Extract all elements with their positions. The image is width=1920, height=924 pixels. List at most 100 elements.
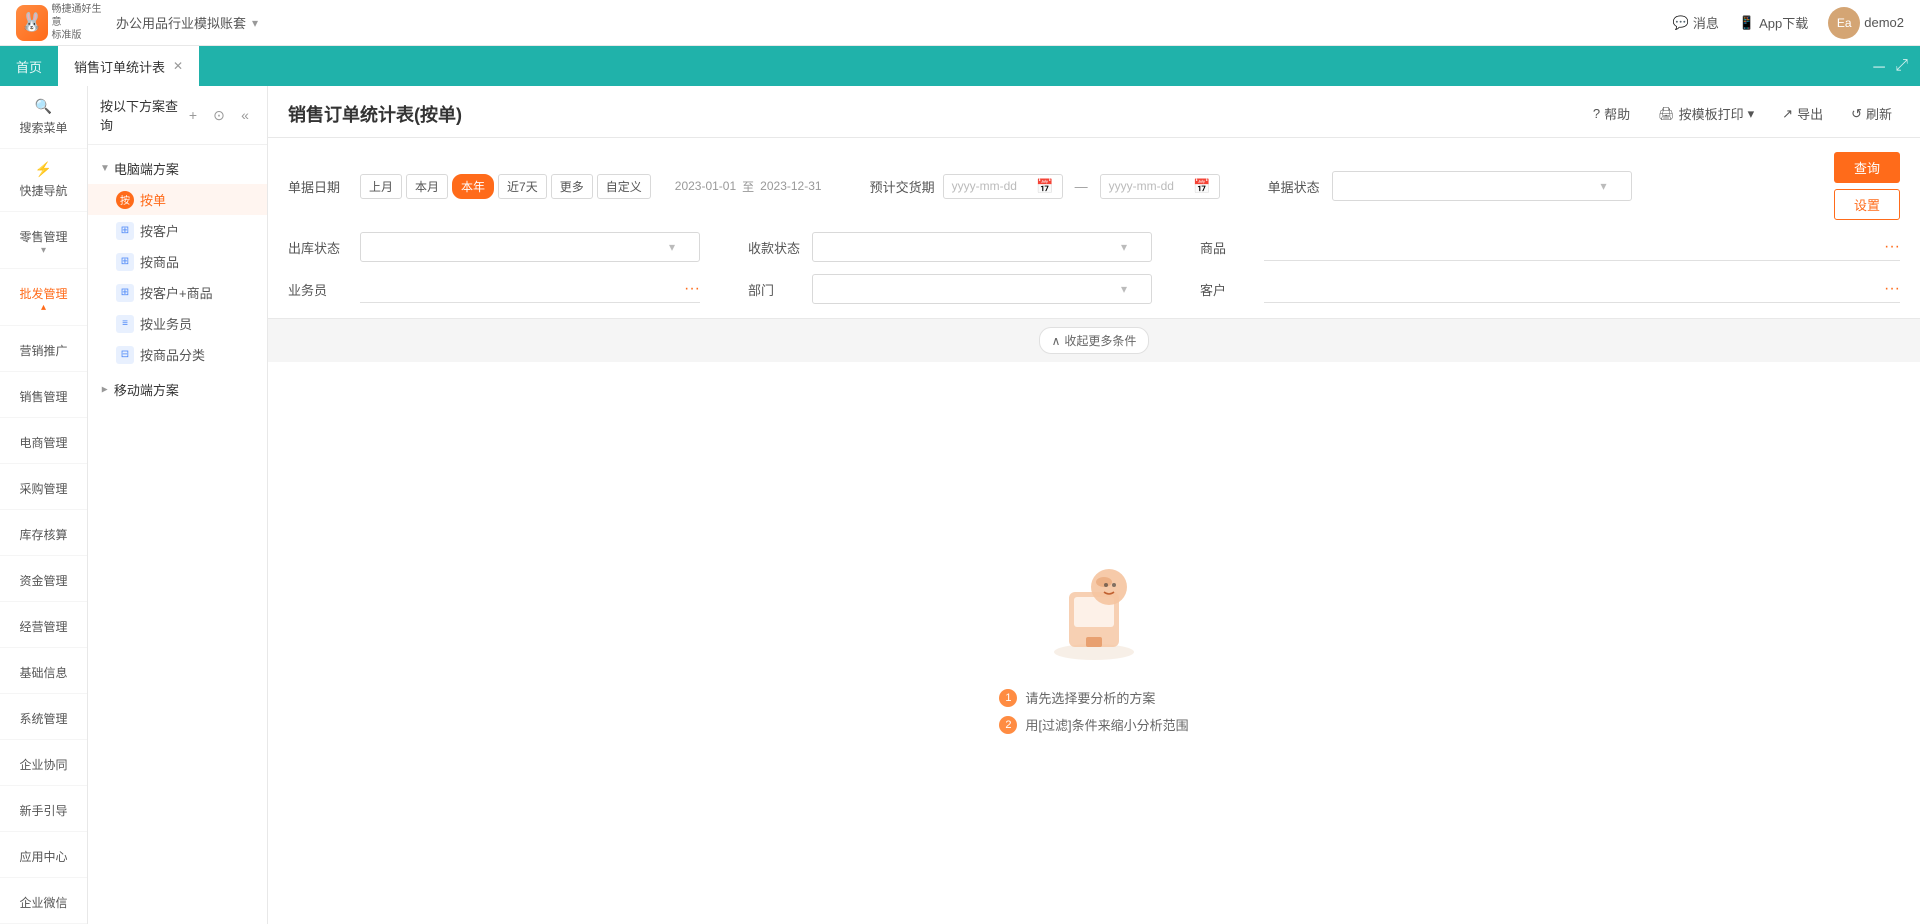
tab-maximize-icon[interactable]: ⤢ (1895, 57, 1908, 75)
help-icon: ? (1593, 106, 1600, 121)
logo-icon: 🐰 (16, 5, 48, 41)
settings-btn[interactable]: 设置 (1834, 189, 1900, 220)
logo-area: 🐰 畅捷通好生意 标准版 (16, 3, 104, 42)
query-btn[interactable]: 查询 (1834, 152, 1900, 183)
tree-arrow-desktop: ▼ (100, 163, 110, 174)
goods-input[interactable]: ··· (1264, 234, 1900, 261)
more-btn[interactable]: 更多 (551, 174, 593, 199)
page-title: 销售订单统计表(按单) (288, 101, 1585, 127)
prev-month-btn[interactable]: 上月 (360, 174, 402, 199)
message-btn[interactable]: 💬 消息 (1673, 13, 1719, 32)
left-panel-title: 按以下方案查询 (100, 96, 183, 134)
edit-scheme-btn[interactable]: ⊙ (209, 105, 229, 125)
filter-panel: 单据日期 上月 本月 本年 近7天 更多 自定义 2023-01-01 至 20… (268, 138, 1920, 319)
content-area: 按以下方案查询 + ⊙ « ▼ 电脑端方案 按 按单 ⊞ 按客户 (88, 86, 1920, 924)
sidebar-item-sales[interactable]: 销售管理 (0, 372, 87, 418)
sidebar-item-marketing[interactable]: 营销推广 (0, 326, 87, 372)
ship-status-select[interactable]: ▾ (360, 232, 700, 262)
expected-date-from[interactable]: yyyy-mm-dd 📅 (943, 174, 1063, 199)
sidebar-search[interactable]: 🔍 搜索菜单 (0, 86, 87, 149)
tree-icon-by-goods: ⊞ (116, 253, 134, 271)
tab-home[interactable]: 首页 (0, 46, 58, 86)
dept-select[interactable]: ▾ (812, 274, 1152, 304)
date-dash: — (1071, 179, 1092, 194)
top-bar: 🐰 畅捷通好生意 标准版 办公用品行业模拟账套 ▾ 💬 消息 📱 App下载 E… (0, 0, 1920, 46)
print-btn[interactable]: 🖨 按模板打印 ▾ (1650, 100, 1762, 127)
tab-sales-stats[interactable]: 销售订单统计表 ✕ (58, 46, 199, 86)
tree-item-by-staff[interactable]: ≡ 按业务员 (88, 308, 267, 339)
last-7-btn[interactable]: 近7天 (498, 174, 547, 199)
tree-item-by-category[interactable]: ⊟ 按商品分类 (88, 339, 267, 370)
sidebar-item-wechat[interactable]: 企业微信 (0, 878, 87, 924)
collapse-more-btn[interactable]: ∧ 收起更多条件 (1039, 327, 1150, 354)
staff-more-icon[interactable]: ··· (684, 280, 700, 298)
goods-more-icon[interactable]: ··· (1884, 238, 1900, 256)
custom-btn[interactable]: 自定义 (597, 174, 651, 199)
filter-row-2: 出库状态 ▾ 收款状态 ▾ 商品 (288, 232, 1900, 262)
tree-parent-desktop-label: 电脑端方案 (114, 159, 179, 178)
app-title-dropdown-icon[interactable]: ▾ (252, 16, 258, 30)
refresh-btn[interactable]: ↺ 刷新 (1843, 100, 1900, 127)
app-title: 办公用品行业模拟账套 ▾ (104, 13, 1673, 32)
tree-item-by-customer[interactable]: ⊞ 按客户 (88, 215, 267, 246)
tip-num-2: 2 (999, 716, 1017, 734)
date-label: 单据日期 (288, 177, 344, 196)
sidebar-item-system[interactable]: 系统管理 (0, 694, 87, 740)
sidebar-item-enterprise[interactable]: 企业协同 (0, 740, 87, 786)
user-area[interactable]: Ea demo2 (1828, 7, 1904, 39)
export-btn[interactable]: ↗ 导出 (1774, 100, 1831, 127)
customer-more-icon[interactable]: ··· (1884, 280, 1900, 298)
tip-text-2: 用[过滤]条件来缩小分析范围 (1025, 715, 1188, 734)
avatar: Ea (1828, 7, 1860, 39)
sidebar-item-finance[interactable]: 资金管理 (0, 556, 87, 602)
tree-parent-desktop[interactable]: ▼ 电脑端方案 (88, 153, 267, 184)
left-panel-actions: + ⊙ « (183, 105, 255, 125)
this-month-btn[interactable]: 本月 (406, 174, 448, 199)
date-quick-btns: 上月 本月 本年 近7天 更多 自定义 (360, 174, 651, 199)
tab-right-controls: － ⤢ (1871, 54, 1920, 78)
tab-close-icon[interactable]: ✕ (173, 59, 183, 73)
tip-text-1: 请先选择要分析的方案 (1025, 688, 1155, 707)
page-header: 销售订单统计表(按单) ? 帮助 🖨 按模板打印 ▾ ↗ 导出 (268, 86, 1920, 138)
app-download-btn[interactable]: 📱 App下载 (1739, 13, 1808, 32)
sidebar-item-newbie[interactable]: 新手引导 (0, 786, 87, 832)
sidebar-item-appcenter[interactable]: 应用中心 (0, 832, 87, 878)
staff-input[interactable]: ··· (360, 276, 700, 303)
sidebar-item-retail[interactable]: 零售管理 ▾ (0, 212, 87, 269)
sidebar-item-inventory[interactable]: 库存核算 (0, 510, 87, 556)
collapse-panel-btn[interactable]: « (235, 105, 255, 125)
tree-item-by-category-label: 按商品分类 (140, 345, 205, 364)
collapse-bar: ∧ 收起更多条件 (268, 319, 1920, 362)
tree-item-by-order[interactable]: 按 按单 (88, 184, 267, 215)
tab-bar: 首页 销售订单统计表 ✕ － ⤢ (0, 46, 1920, 86)
goods-group: 商品 ··· (1200, 234, 1900, 261)
sidebar: 🔍 搜索菜单 ⚡ 快捷导航 零售管理 ▾ 批发管理 ▴ 营销推广 销售管理 电商… (0, 86, 88, 924)
expected-date-label: 预计交货期 (870, 177, 935, 196)
help-btn[interactable]: ? 帮助 (1585, 100, 1638, 127)
tree-item-by-cust-goods[interactable]: ⊞ 按客户+商品 (88, 277, 267, 308)
dept-dropdown-icon: ▾ (1121, 282, 1127, 296)
customer-group: 客户 ··· (1200, 276, 1900, 303)
dept-group: 部门 ▾ (748, 274, 1152, 304)
add-scheme-btn[interactable]: + (183, 105, 203, 125)
receipt-status-select[interactable]: ▾ (812, 232, 1152, 262)
receipt-status-dropdown-icon: ▾ (1121, 240, 1127, 254)
tree-item-by-goods[interactable]: ⊞ 按商品 (88, 246, 267, 277)
sidebar-item-basic[interactable]: 基础信息 (0, 648, 87, 694)
order-status-select[interactable]: ▾ (1332, 171, 1632, 201)
this-year-btn[interactable]: 本年 (452, 174, 494, 199)
empty-tip-2: 2 用[过滤]条件来缩小分析范围 (999, 715, 1188, 734)
sidebar-item-purchase[interactable]: 采购管理 (0, 464, 87, 510)
collapse-icon: ∧ (1052, 334, 1061, 348)
tree-parent-mobile[interactable]: ▼ 移动端方案 (88, 374, 267, 405)
tree-parent-mobile-label: 移动端方案 (114, 380, 179, 399)
sidebar-quicknav[interactable]: ⚡ 快捷导航 (0, 149, 87, 212)
sidebar-item-operations[interactable]: 经营管理 (0, 602, 87, 648)
receipt-status-label: 收款状态 (748, 238, 804, 257)
sidebar-item-ecommerce[interactable]: 电商管理 (0, 418, 87, 464)
customer-input[interactable]: ··· (1264, 276, 1900, 303)
expected-date-to[interactable]: yyyy-mm-dd 📅 (1100, 174, 1220, 199)
sidebar-item-wholesale[interactable]: 批发管理 ▴ (0, 269, 87, 326)
tab-minimize-icon[interactable]: － (1871, 54, 1887, 78)
staff-label: 业务员 (288, 280, 344, 299)
